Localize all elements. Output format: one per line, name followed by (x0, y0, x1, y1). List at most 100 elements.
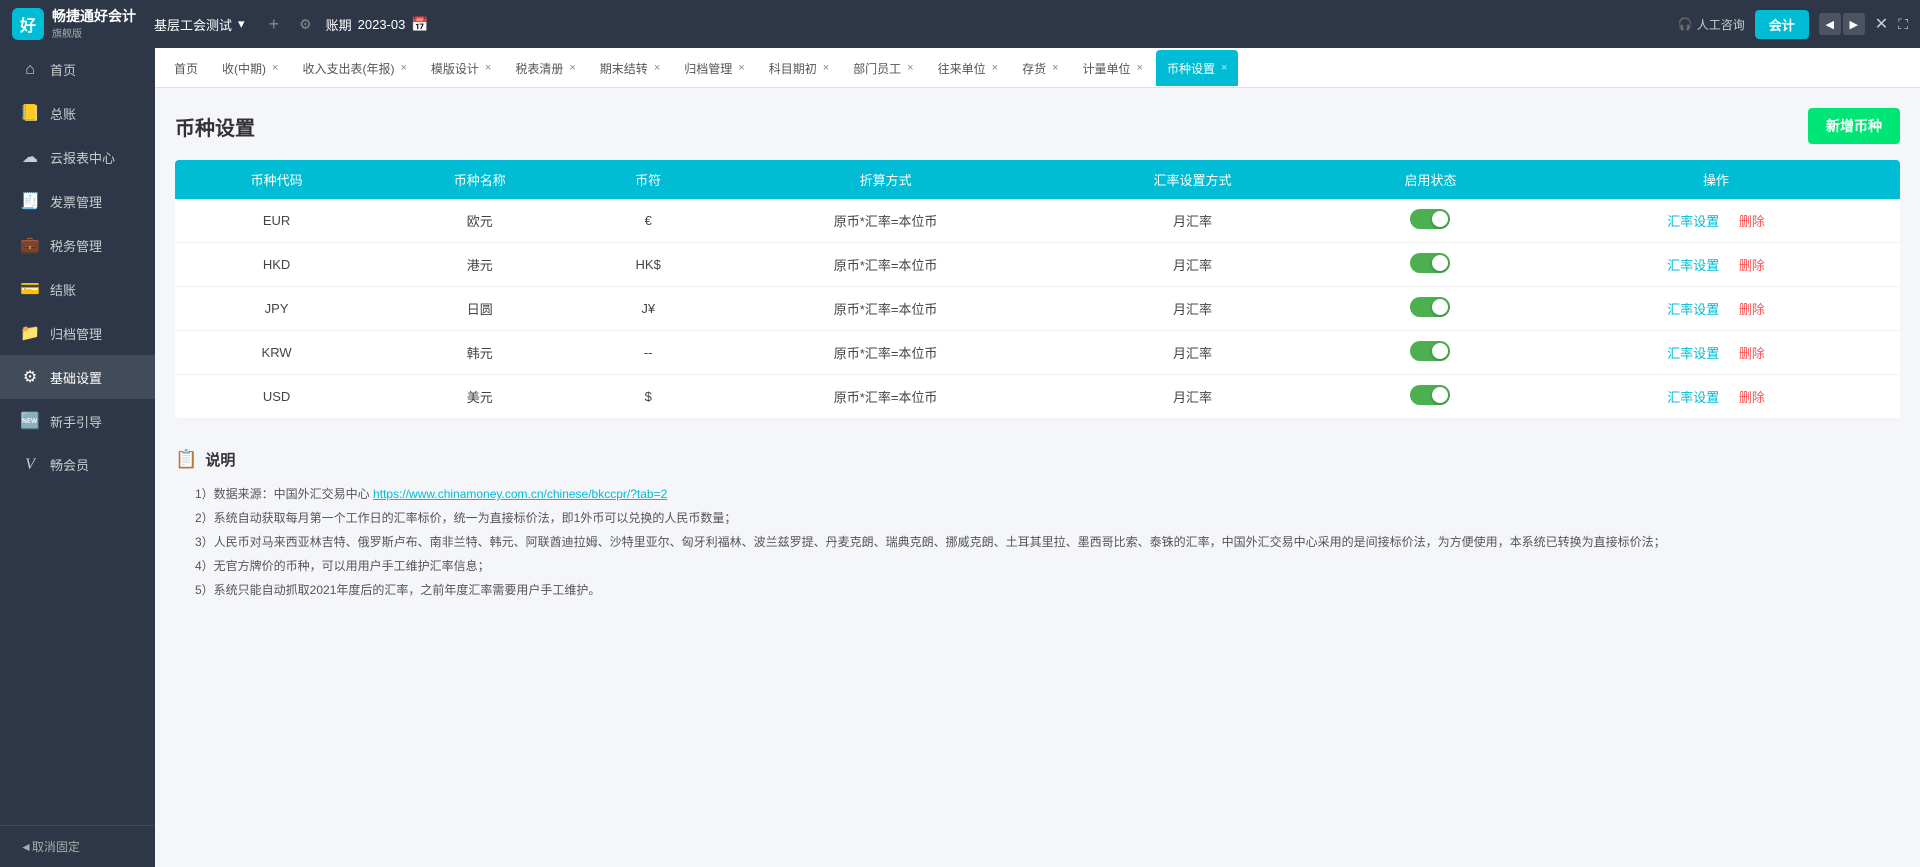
settings-icon[interactable]: ⚙ (295, 16, 316, 33)
cell-symbol: -- (581, 331, 715, 375)
delete-link-0[interactable]: 删除 (1739, 214, 1765, 229)
ledger-icon: 📒 (20, 103, 40, 123)
cell-status (1329, 331, 1532, 375)
close-tab-period-end[interactable]: × (654, 62, 660, 74)
close-tab-contacts[interactable]: × (992, 62, 998, 74)
rate-setting-link-2[interactable]: 汇率设置 (1667, 302, 1719, 317)
rate-setting-link-0[interactable]: 汇率设置 (1667, 214, 1719, 229)
sidebar-label-reports: 云报表中心 (50, 148, 115, 167)
tab-currency[interactable]: 币种设置 × (1156, 50, 1238, 86)
sidebar-item-tax[interactable]: 💼 税务管理 (0, 223, 155, 267)
sidebar-item-reports[interactable]: ☁ 云报表中心 (0, 135, 155, 179)
sidebar-item-home[interactable]: ⌂ 首页 (0, 48, 155, 91)
help-button[interactable]: 🎧 人工咨询 (1678, 16, 1745, 33)
cell-name: 港元 (378, 243, 581, 287)
close-tab-department[interactable]: × (907, 62, 913, 74)
invoice-icon: 🧾 (20, 191, 40, 211)
toggle-status-2[interactable] (1410, 297, 1450, 317)
cell-calc: 原币*汇率=本位币 (715, 199, 1056, 243)
delete-link-3[interactable]: 删除 (1739, 346, 1765, 361)
tab-label-tax: 税表清册 (515, 60, 563, 77)
notice-item-1: 1）数据来源：中国外汇交易中心 https://www.chinamoney.c… (175, 482, 1900, 506)
tab-subject[interactable]: 科目期初 × (758, 50, 840, 86)
expand-button[interactable]: ⛶ (1898, 16, 1908, 33)
tab-income[interactable]: 收入支出表(年报) × (291, 50, 417, 86)
table-row: JPY 日圆 J¥ 原币*汇率=本位币 月汇率 汇率设置 删除 (175, 287, 1900, 331)
close-tab-archive-mgmt[interactable]: × (738, 62, 744, 74)
notice-title-text: 说明 (205, 449, 235, 470)
tab-label-unit: 计量单位 (1083, 60, 1131, 77)
cell-actions: 汇率设置 删除 (1532, 287, 1900, 331)
rate-setting-link-3[interactable]: 汇率设置 (1667, 346, 1719, 361)
add-tab-button[interactable]: + (263, 14, 286, 35)
tab-template[interactable]: 模版设计 × (420, 50, 502, 86)
pin-toggle[interactable]: ◄取消固定 (0, 825, 155, 867)
sidebar-item-ledger[interactable]: 📒 总账 (0, 91, 155, 135)
close-tab-currency[interactable]: × (1221, 62, 1227, 74)
sidebar-item-member[interactable]: V 畅会员 (0, 443, 155, 486)
close-window-button[interactable]: ✕ (1875, 14, 1888, 34)
sidebar-item-guide[interactable]: 🆕 新手引导 (0, 399, 155, 443)
tab-tax[interactable]: 税表清册 × (504, 50, 586, 86)
col-header-status: 启用状态 (1329, 160, 1532, 199)
tab-unit[interactable]: 计量单位 × (1072, 50, 1154, 86)
sidebar-item-archive[interactable]: 📁 归档管理 (0, 311, 155, 355)
toggle-status-3[interactable] (1410, 341, 1450, 361)
cell-rate-type: 月汇率 (1056, 243, 1329, 287)
period-info: 账期 2023-03 📅 (326, 15, 429, 34)
page-content: 币种设置 新增币种 币种代码 币种名称 币符 折算方式 汇率设置方式 启用状态 … (155, 88, 1920, 867)
sidebar-label-home: 首页 (50, 60, 76, 79)
tab-balance[interactable]: 收(中期) × (211, 50, 289, 86)
table-row: KRW 韩元 -- 原币*汇率=本位币 月汇率 汇率设置 删除 (175, 331, 1900, 375)
pin-label: ◄取消固定 (20, 838, 80, 855)
delete-link-2[interactable]: 删除 (1739, 302, 1765, 317)
cell-name: 韩元 (378, 331, 581, 375)
nav-next-button[interactable]: ▶ (1843, 13, 1865, 35)
sidebar-item-settle[interactable]: 💳 结账 (0, 267, 155, 311)
tab-label-income: 收入支出表(年报) (302, 60, 394, 77)
cell-calc: 原币*汇率=本位币 (715, 243, 1056, 287)
delete-link-4[interactable]: 删除 (1739, 390, 1765, 405)
toggle-status-4[interactable] (1410, 385, 1450, 405)
account-button[interactable]: 会计 (1755, 10, 1809, 39)
notice-link[interactable]: https://www.chinamoney.com.cn/chinese/bk… (373, 487, 667, 501)
cell-actions: 汇率设置 删除 (1532, 199, 1900, 243)
tab-inventory[interactable]: 存货 × (1011, 50, 1069, 86)
sidebar-item-basic-settings[interactable]: ⚙ 基础设置 (0, 355, 155, 399)
chevron-down-icon: ▾ (238, 16, 245, 32)
notice-item-2: 2）系统自动获取每月第一个工作日的汇率标价，统一为直接标价法，即1外币可以兑换的… (175, 506, 1900, 530)
cell-name: 日圆 (378, 287, 581, 331)
sidebar-label-archive: 归档管理 (50, 324, 102, 343)
cell-symbol: $ (581, 375, 715, 419)
toggle-status-0[interactable] (1410, 209, 1450, 229)
tab-label-inventory: 存货 (1022, 60, 1046, 77)
toggle-status-1[interactable] (1410, 253, 1450, 273)
sidebar-label-tax: 税务管理 (50, 236, 102, 255)
table-row: EUR 欧元 € 原币*汇率=本位币 月汇率 汇率设置 删除 (175, 199, 1900, 243)
tab-contacts[interactable]: 往来单位 × (927, 50, 1009, 86)
rate-setting-link-1[interactable]: 汇率设置 (1667, 258, 1719, 273)
cell-name: 欧元 (378, 199, 581, 243)
company-name: 基层工会测试 (154, 15, 232, 34)
tab-department[interactable]: 部门员工 × (842, 50, 924, 86)
cell-status (1329, 287, 1532, 331)
rate-setting-link-4[interactable]: 汇率设置 (1667, 390, 1719, 405)
tab-archive-mgmt[interactable]: 归档管理 × (673, 50, 755, 86)
calendar-icon[interactable]: 📅 (411, 16, 428, 33)
tax-icon: 💼 (20, 235, 40, 255)
new-currency-button[interactable]: 新增币种 (1808, 108, 1900, 144)
close-tab-unit[interactable]: × (1137, 62, 1143, 74)
sidebar-item-invoice[interactable]: 🧾 发票管理 (0, 179, 155, 223)
close-tab-template[interactable]: × (485, 62, 491, 74)
tab-home[interactable]: 首页 (163, 50, 209, 86)
company-selector[interactable]: 基层工会测试 ▾ (146, 11, 253, 38)
delete-link-1[interactable]: 删除 (1739, 258, 1765, 273)
nav-prev-button[interactable]: ◀ (1819, 13, 1841, 35)
close-tab-subject[interactable]: × (823, 62, 829, 74)
close-tab-inventory[interactable]: × (1052, 62, 1058, 74)
close-tab-income[interactable]: × (400, 62, 406, 74)
tab-period-end[interactable]: 期末结转 × (589, 50, 671, 86)
close-tab-tax[interactable]: × (569, 62, 575, 74)
cell-code: EUR (175, 199, 378, 243)
close-tab-balance[interactable]: × (272, 62, 278, 74)
